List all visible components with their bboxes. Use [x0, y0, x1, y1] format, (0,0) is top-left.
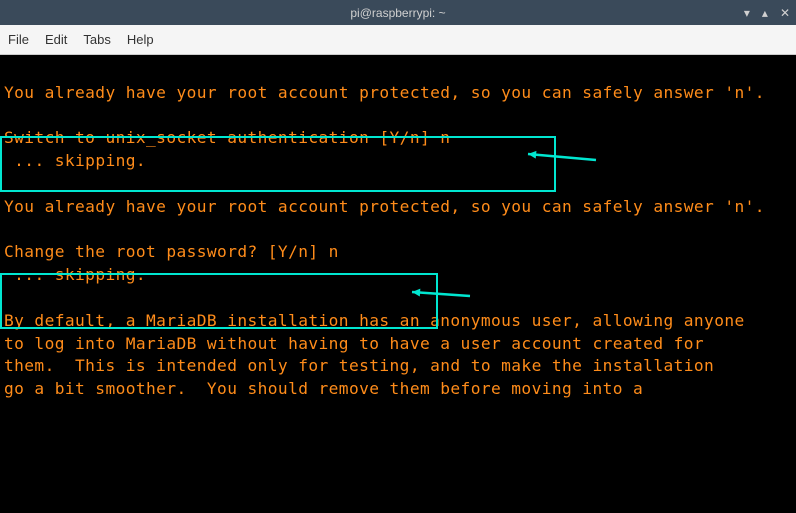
terminal-output[interactable]: You already have your root account prote… — [0, 55, 796, 513]
maximize-button[interactable]: ▴ — [762, 7, 768, 19]
terminal-line — [4, 59, 792, 82]
menu-edit[interactable]: Edit — [45, 32, 67, 47]
terminal-line: You already have your root account prote… — [4, 196, 792, 219]
terminal-line — [4, 173, 792, 196]
menu-bar: File Edit Tabs Help — [0, 25, 796, 55]
window-titlebar: pi@raspberrypi: ~ ▾ ▴ ✕ — [0, 0, 796, 25]
menu-help[interactable]: Help — [127, 32, 154, 47]
close-button[interactable]: ✕ — [780, 7, 790, 19]
terminal-line: Switch to unix_socket authentication [Y/… — [4, 127, 792, 150]
menu-tabs[interactable]: Tabs — [83, 32, 110, 47]
window-title: pi@raspberrypi: ~ — [350, 6, 445, 20]
terminal-line: them. This is intended only for testing,… — [4, 355, 792, 378]
terminal-line — [4, 287, 792, 310]
terminal-line: ... skipping. — [4, 150, 792, 173]
terminal-line: go a bit smoother. You should remove the… — [4, 378, 792, 401]
menu-file[interactable]: File — [8, 32, 29, 47]
minimize-button[interactable]: ▾ — [744, 7, 750, 19]
terminal-line: By default, a MariaDB installation has a… — [4, 310, 792, 333]
terminal-line: Change the root password? [Y/n] n — [4, 241, 792, 264]
window-controls: ▾ ▴ ✕ — [744, 0, 790, 25]
terminal-line: You already have your root account prote… — [4, 82, 792, 105]
terminal-line — [4, 219, 792, 242]
terminal-line: ... skipping. — [4, 264, 792, 287]
terminal-line — [4, 105, 792, 128]
terminal-line: to log into MariaDB without having to ha… — [4, 333, 792, 356]
